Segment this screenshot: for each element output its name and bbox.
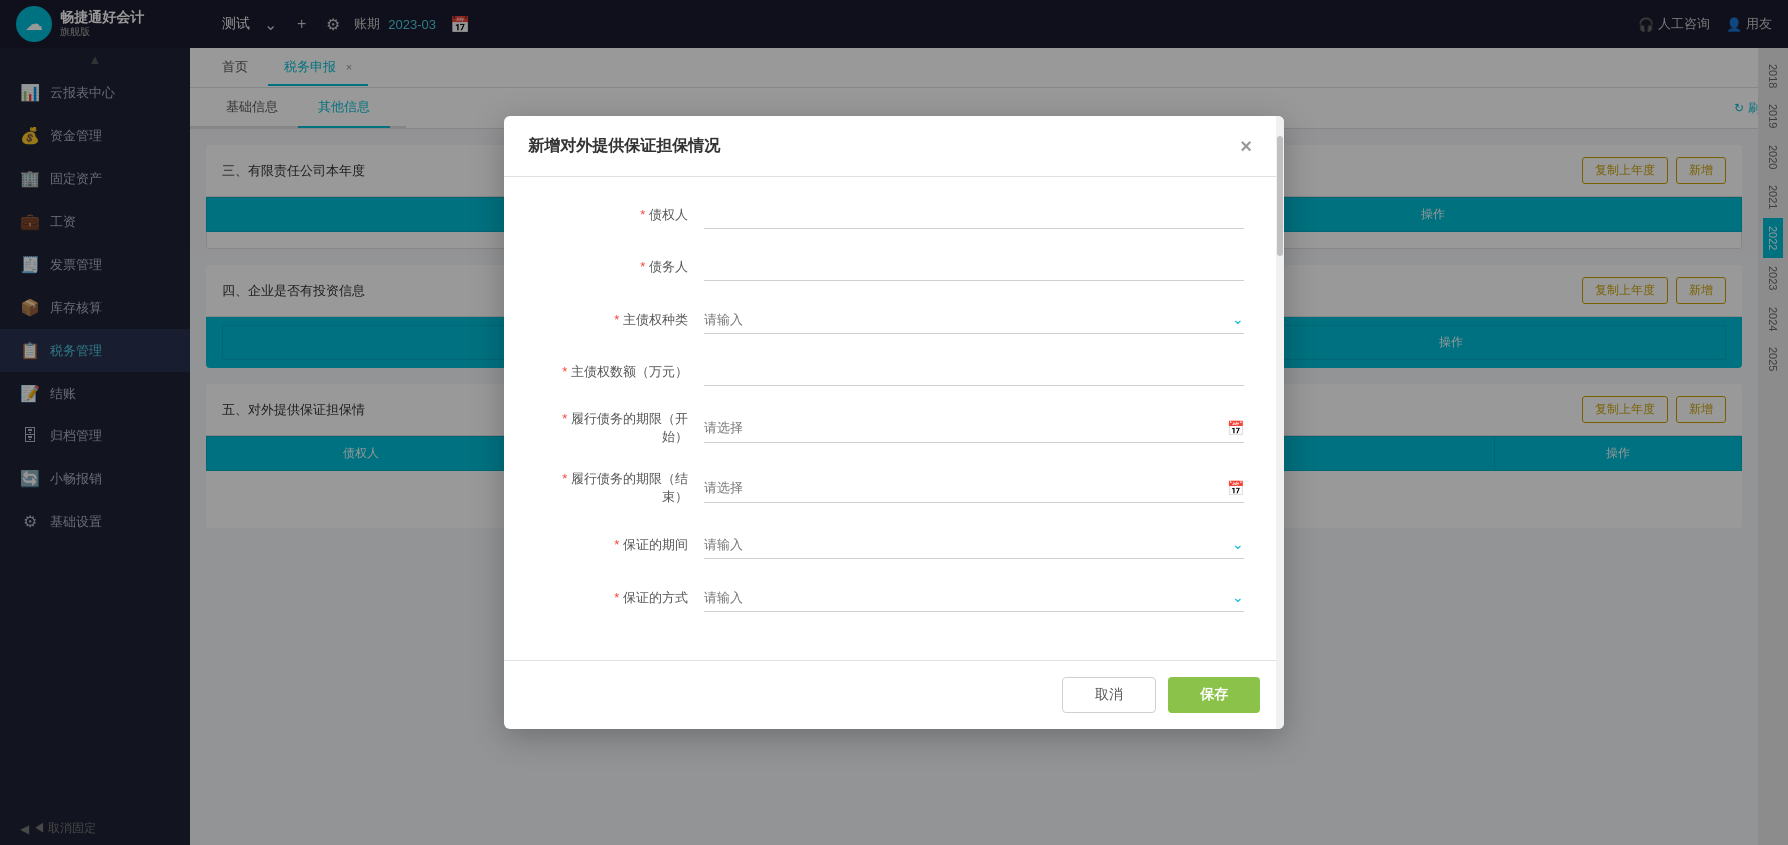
perform-start-date[interactable]: 📅	[704, 414, 1244, 443]
form-row-creditor: * 债权人	[544, 201, 1244, 229]
modal-footer: 取消 保存	[504, 660, 1284, 729]
perform-end-label: * 履行债务的期限（结束）	[544, 470, 704, 506]
calendar-start-icon[interactable]: 📅	[1227, 420, 1244, 436]
cancel-button[interactable]: 取消	[1062, 677, 1156, 713]
creditor-label: * 债权人	[544, 206, 704, 224]
guarantee-period-arrow-icon: ⌄	[1232, 536, 1244, 552]
modal-close-button[interactable]: ×	[1232, 132, 1260, 160]
perform-start-label: * 履行债务的期限（开始）	[544, 410, 704, 446]
debtor-label: * 债务人	[544, 258, 704, 276]
guarantee-method-select[interactable]: ⌄	[704, 583, 1244, 612]
form-row-perform-end: * 履行债务的期限（结束） 📅	[544, 470, 1244, 506]
save-button[interactable]: 保存	[1168, 677, 1260, 713]
claim-type-arrow-icon: ⌄	[1232, 311, 1244, 327]
guarantee-method-input[interactable]	[704, 590, 1232, 605]
form-row-perform-start: * 履行债务的期限（开始） 📅	[544, 410, 1244, 446]
modal-scrollbar[interactable]	[1276, 177, 1284, 660]
guarantee-method-arrow-icon: ⌄	[1232, 589, 1244, 605]
calendar-end-icon[interactable]: 📅	[1227, 480, 1244, 496]
modal-body: * 债权人 * 债务人 * 主债权种	[504, 177, 1284, 660]
perform-end-input[interactable]	[704, 480, 1227, 495]
claim-amount-label: * 主债权数额（万元）	[544, 363, 704, 381]
modal-dialog: 新增对外提供保证担保情况 × * 债权人 *	[504, 116, 1284, 729]
modal-overlay[interactable]: 新增对外提供保证担保情况 × * 债权人 *	[0, 0, 1788, 845]
claim-amount-input[interactable]	[704, 358, 1244, 386]
modal-title: 新增对外提供保证担保情况	[528, 136, 720, 157]
debtor-input[interactable]	[704, 253, 1244, 281]
form-row-claim-amount: * 主债权数额（万元）	[544, 358, 1244, 386]
modal-scroll-thumb	[1277, 177, 1283, 256]
guarantee-period-input[interactable]	[704, 537, 1232, 552]
form-row-claim-type: * 主债权种类 ⌄	[544, 305, 1244, 334]
form-row-debtor: * 债务人	[544, 253, 1244, 281]
form-row-guarantee-period: * 保证的期间 ⌄	[544, 530, 1244, 559]
claim-type-select[interactable]: ⌄	[704, 305, 1244, 334]
claim-type-input[interactable]	[704, 312, 1232, 327]
perform-start-input[interactable]	[704, 420, 1227, 435]
perform-end-date[interactable]: 📅	[704, 474, 1244, 503]
guarantee-period-select[interactable]: ⌄	[704, 530, 1244, 559]
claim-type-label: * 主债权种类	[544, 311, 704, 329]
form-row-guarantee-method: * 保证的方式 ⌄	[544, 583, 1244, 612]
creditor-input[interactable]	[704, 201, 1244, 229]
guarantee-period-label: * 保证的期间	[544, 536, 704, 554]
guarantee-method-label: * 保证的方式	[544, 589, 704, 607]
modal-header: 新增对外提供保证担保情况 ×	[504, 116, 1284, 177]
